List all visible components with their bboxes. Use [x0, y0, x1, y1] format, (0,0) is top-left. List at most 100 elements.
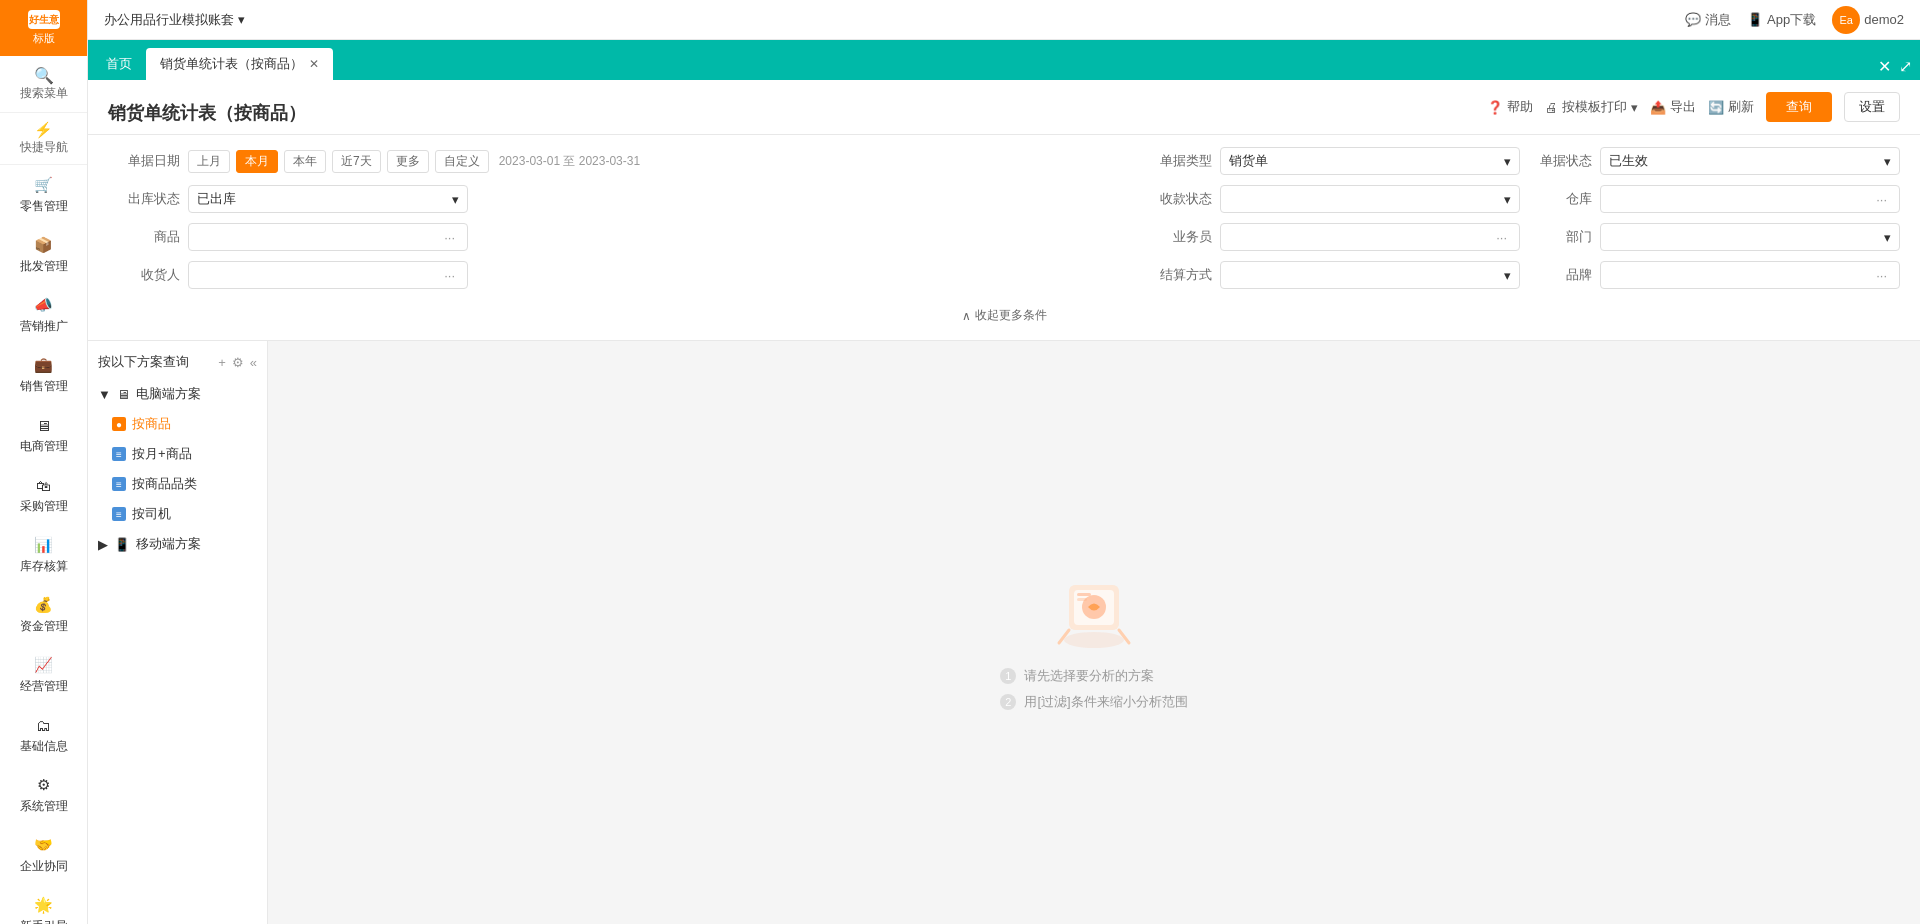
filter-pay-status-item: 收款状态 ▾: [1140, 185, 1520, 213]
date-more-btn[interactable]: 更多: [387, 150, 429, 173]
tip-text-1: 请先选择要分析的方案: [1024, 667, 1154, 685]
query-button[interactable]: 查询: [1766, 92, 1832, 122]
sidebar-item-ecom[interactable]: 🖥 电商管理: [0, 405, 87, 465]
salesman-select[interactable]: ···: [1220, 223, 1520, 251]
receiver-select[interactable]: ···: [188, 261, 468, 289]
out-status-value: 已出库: [197, 190, 236, 208]
scheme-group-pc: ▼ 🖥 电脑端方案 ● 按商品 ≡ 按月+商品 ≡ 按商品品类: [88, 379, 267, 529]
print-icon: 🖨: [1545, 100, 1558, 115]
payment-method-select[interactable]: ▾: [1220, 261, 1520, 289]
scheme-group-pc-title[interactable]: ▼ 🖥 电脑端方案: [88, 379, 267, 409]
message-button[interactable]: 💬 消息: [1685, 11, 1731, 29]
date-last-month-btn[interactable]: 上月: [188, 150, 230, 173]
mobile-group-label: 移动端方案: [136, 535, 201, 553]
sidebar-item-marketing[interactable]: 📣 营销推广: [0, 285, 87, 345]
tip-num-2: 2: [1000, 694, 1016, 710]
sidebar-item-wholesale[interactable]: 📦 批发管理: [0, 225, 87, 285]
export-button[interactable]: 📤 导出: [1650, 98, 1696, 116]
tab-home[interactable]: 首页: [92, 48, 146, 80]
settings-button[interactable]: 设置: [1844, 92, 1900, 122]
tab-close-icon[interactable]: ✕: [309, 57, 319, 71]
receiver-label: 收货人: [108, 266, 188, 284]
pay-status-select[interactable]: ▾: [1220, 185, 1520, 213]
doc-type-select[interactable]: 销货单 ▾: [1220, 147, 1520, 175]
doc-type-label: 单据类型: [1140, 152, 1220, 170]
app-download-icon: 📱: [1747, 12, 1763, 27]
wholesale-icon: 📦: [34, 235, 54, 255]
scheme-item-by-goods[interactable]: ● 按商品: [88, 409, 267, 439]
collapse-label: 收起更多条件: [975, 307, 1047, 324]
filter-goods-item: 商品 ···: [108, 223, 1140, 251]
sidebar-item-system[interactable]: ⚙ 系统管理: [0, 765, 87, 825]
date-this-year-btn[interactable]: 本年: [284, 150, 326, 173]
dropdown-icon: ▾: [238, 12, 245, 27]
help-button[interactable]: ❓ 帮助: [1487, 98, 1533, 116]
svg-point-0: [1064, 632, 1124, 648]
receiver-dots-icon[interactable]: ···: [440, 268, 459, 283]
filter-brand-item: 品牌 ···: [1520, 261, 1900, 289]
data-area: 1 请先选择要分析的方案 2 用[过滤]条件来缩小分析范围: [268, 341, 1920, 924]
tab-close-all-icon[interactable]: ✕: [1878, 57, 1891, 76]
date-7days-btn[interactable]: 近7天: [332, 150, 381, 173]
sidebar-item-sales[interactable]: 💼 销售管理: [0, 345, 87, 405]
scheme-item-by-month-goods[interactable]: ≡ 按月+商品: [88, 439, 267, 469]
pay-status-dropdown-icon: ▾: [1504, 192, 1511, 207]
sidebar-item-purchase[interactable]: 🛍 采购管理: [0, 465, 87, 525]
brand-dots-icon[interactable]: ···: [1872, 268, 1891, 283]
industry-selector[interactable]: 办公用品行业模拟账套 ▾: [104, 11, 245, 29]
logo-icon: 好生意: [28, 10, 60, 29]
help-icon: ❓: [1487, 100, 1503, 115]
date-this-month-btn[interactable]: 本月: [236, 150, 278, 173]
sidebar: 好生意 标版 🔍 搜索菜单 ⚡ 快捷导航 🛒 零售管理 📦 批发管理 📣 营销推…: [0, 0, 88, 924]
filter-department-item: 部门 ▾: [1520, 223, 1900, 251]
scheme-by-goods-icon: ●: [112, 417, 126, 431]
settings-scheme-icon[interactable]: ⚙: [232, 355, 244, 370]
newbie-icon: 🌟: [34, 895, 54, 915]
tab-actions: ✕ ⤢: [1878, 57, 1920, 80]
brand-select[interactable]: ···: [1600, 261, 1900, 289]
out-status-select[interactable]: 已出库 ▾: [188, 185, 468, 213]
collapse-scheme-icon[interactable]: «: [250, 355, 257, 370]
mobile-group-arrow-icon: ▶: [98, 537, 108, 552]
search-menu-item[interactable]: 🔍 搜索菜单: [0, 56, 87, 113]
quick-nav-item[interactable]: ⚡ 快捷导航: [0, 113, 87, 165]
add-scheme-icon[interactable]: +: [218, 355, 226, 370]
app-download-button[interactable]: 📱 App下载: [1747, 11, 1816, 29]
tab-sales-stat[interactable]: 销货单统计表（按商品） ✕: [146, 48, 333, 80]
warehouse-select[interactable]: ···: [1600, 185, 1900, 213]
tab-expand-icon[interactable]: ⤢: [1899, 57, 1912, 76]
refresh-button[interactable]: 🔄 刷新: [1708, 98, 1754, 116]
scheme-item-by-driver[interactable]: ≡ 按司机: [88, 499, 267, 529]
operations-icon: 📈: [34, 655, 54, 675]
user-profile[interactable]: Ea demo2: [1832, 6, 1904, 34]
department-select[interactable]: ▾: [1600, 223, 1900, 251]
scheme-item-by-goods-cat[interactable]: ≡ 按商品品类: [88, 469, 267, 499]
sidebar-item-basic[interactable]: 🗂 基础信息: [0, 705, 87, 765]
doc-status-select[interactable]: 已生效 ▾: [1600, 147, 1900, 175]
salesman-dots-icon[interactable]: ···: [1492, 230, 1511, 245]
payment-method-label: 结算方式: [1140, 266, 1220, 284]
scheme-panel: 按以下方案查询 + ⚙ « ▼ 🖥 电脑端方案 ●: [88, 341, 268, 924]
date-label: 单据日期: [108, 152, 188, 170]
date-custom-btn[interactable]: 自定义: [435, 150, 489, 173]
filter-receiver-item: 收货人 ···: [108, 261, 1140, 289]
sidebar-item-finance[interactable]: 💰 资金管理: [0, 585, 87, 645]
goods-select[interactable]: ···: [188, 223, 468, 251]
warehouse-dots-icon[interactable]: ···: [1872, 192, 1891, 207]
sidebar-item-enterprise[interactable]: 🤝 企业协同: [0, 825, 87, 885]
scheme-group-mobile-title[interactable]: ▶ 📱 移动端方案: [88, 529, 267, 559]
sidebar-item-retail[interactable]: 🛒 零售管理: [0, 165, 87, 225]
message-icon: 💬: [1685, 12, 1701, 27]
sidebar-item-newbie[interactable]: 🌟 新手引导: [0, 885, 87, 924]
filter-title-panel: 销货单统计表（按商品） ❓ 帮助 🖨 按模板打印 ▾ 📤 导出: [88, 80, 1920, 341]
tip-num-1: 1: [1000, 668, 1016, 684]
app-download-label: App下载: [1767, 11, 1816, 29]
filter-date-item: 单据日期 上月 本月 本年 近7天 更多 自定义 2023-03-01 至 20…: [108, 150, 1140, 173]
sidebar-item-operations[interactable]: 📈 经营管理: [0, 645, 87, 705]
collapse-more-button[interactable]: ∧ 收起更多条件: [108, 299, 1900, 328]
svg-rect-5: [1077, 598, 1087, 601]
sidebar-logo: 好生意 标版: [0, 0, 87, 56]
goods-dots-icon[interactable]: ···: [440, 230, 459, 245]
sidebar-item-inventory[interactable]: 📊 库存核算: [0, 525, 87, 585]
template-print-button[interactable]: 🖨 按模板打印 ▾: [1545, 98, 1638, 116]
